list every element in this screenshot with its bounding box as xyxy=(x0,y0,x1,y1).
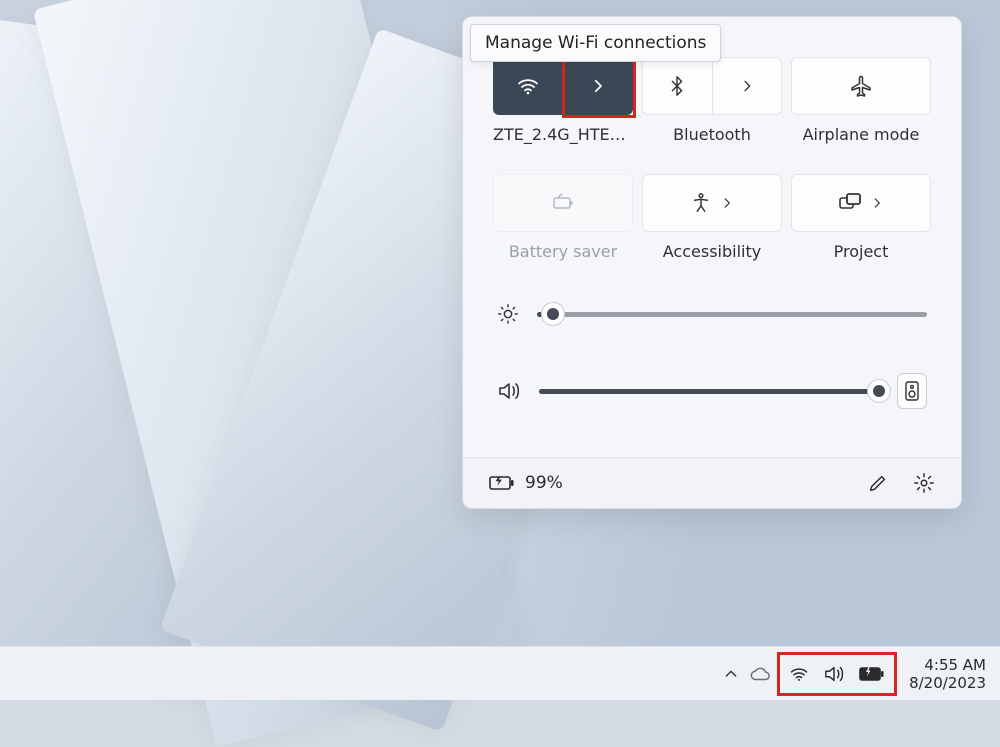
cloud-icon xyxy=(749,666,771,682)
quick-settings-panel: ZTE_2.4G_HTE9xV Bluetooth xyxy=(462,16,962,509)
volume-slider[interactable] xyxy=(539,389,879,394)
panel-footer: 99% xyxy=(463,457,961,508)
chevron-right-icon xyxy=(589,77,607,95)
wifi-toggle[interactable] xyxy=(494,58,563,114)
wifi-manage-button[interactable] xyxy=(563,58,633,114)
onedrive-tray[interactable] xyxy=(749,666,771,682)
battery-text: 99% xyxy=(525,473,563,493)
chevron-right-icon xyxy=(870,196,884,210)
project-label: Project xyxy=(834,242,889,261)
project-icon xyxy=(838,193,862,213)
chevron-right-icon xyxy=(739,78,755,94)
pencil-icon xyxy=(867,472,889,494)
brightness-icon xyxy=(497,303,519,325)
wifi-icon xyxy=(789,664,809,684)
tile-row-1: ZTE_2.4G_HTE9xV Bluetooth xyxy=(493,57,931,144)
accessibility-label: Accessibility xyxy=(663,242,761,261)
volume-icon xyxy=(823,664,845,684)
accessibility-icon xyxy=(690,192,712,214)
bluetooth-toggle[interactable] xyxy=(643,58,712,114)
speaker-select-icon xyxy=(904,380,920,402)
project-tile[interactable] xyxy=(791,174,931,232)
taskbar: 4:55 AM 8/20/2023 xyxy=(0,646,1000,700)
caret-up-icon xyxy=(723,666,739,682)
bluetooth-tile[interactable] xyxy=(642,57,782,115)
tray-overflow-button[interactable] xyxy=(723,666,739,682)
accessibility-tile[interactable] xyxy=(642,174,782,232)
wifi-manage-tooltip: Manage Wi-Fi connections xyxy=(470,24,721,62)
settings-button[interactable] xyxy=(913,472,935,494)
bluetooth-manage-button[interactable] xyxy=(712,58,782,114)
battery-saver-label: Battery saver xyxy=(509,242,617,261)
edit-quick-settings-button[interactable] xyxy=(867,472,889,494)
battery-status[interactable]: 99% xyxy=(489,473,563,493)
brightness-slider[interactable] xyxy=(537,312,927,317)
tooltip-text: Manage Wi-Fi connections xyxy=(485,33,706,53)
chevron-right-icon xyxy=(720,196,734,210)
battery-icon xyxy=(489,474,515,492)
bluetooth-tile-label: Bluetooth xyxy=(673,125,751,144)
volume-icon xyxy=(497,380,521,402)
gear-icon xyxy=(913,472,935,494)
wifi-icon xyxy=(516,74,540,98)
bluetooth-icon xyxy=(666,75,688,97)
taskbar-clock[interactable]: 4:55 AM 8/20/2023 xyxy=(909,656,986,692)
network-volume-battery-button[interactable] xyxy=(781,660,893,688)
clock-date: 8/20/2023 xyxy=(909,674,986,692)
brightness-row xyxy=(497,303,927,325)
volume-row xyxy=(497,373,927,409)
wifi-tile[interactable] xyxy=(493,57,633,115)
system-tray: 4:55 AM 8/20/2023 xyxy=(723,656,986,692)
clock-time: 4:55 AM xyxy=(924,656,986,674)
battery-saver-icon xyxy=(550,192,576,214)
airplane-icon xyxy=(849,74,873,98)
battery-saver-tile xyxy=(493,174,633,232)
sliders-section xyxy=(493,303,931,409)
airplane-mode-tile[interactable] xyxy=(791,57,931,115)
battery-icon xyxy=(859,666,885,682)
airplane-tile-label: Airplane mode xyxy=(803,125,920,144)
tile-row-2: Battery saver Accessibility xyxy=(493,174,931,261)
audio-output-button[interactable] xyxy=(897,373,927,409)
wifi-tile-label: ZTE_2.4G_HTE9xV xyxy=(493,125,633,144)
